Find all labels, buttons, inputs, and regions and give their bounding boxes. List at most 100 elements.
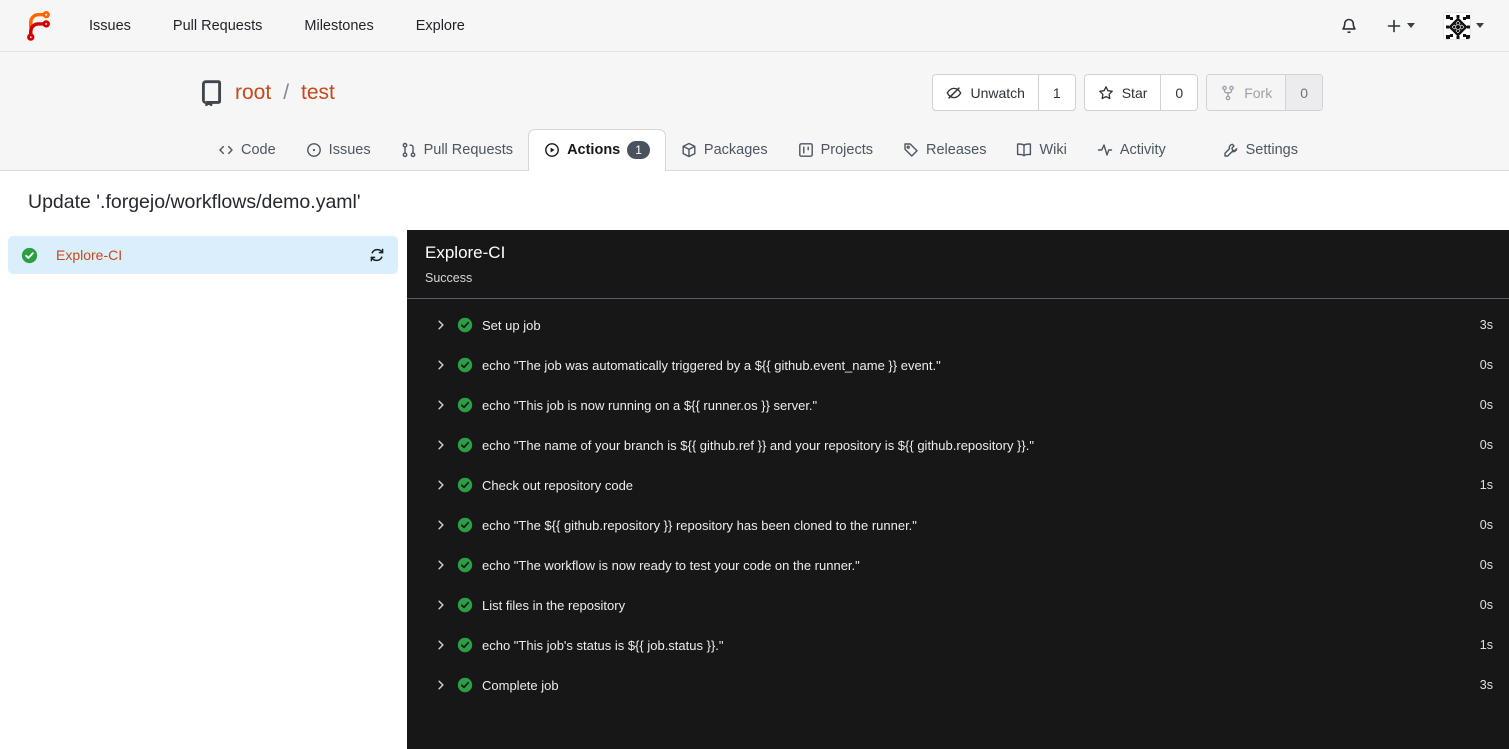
tab-packages[interactable]: Packages: [666, 131, 783, 170]
user-menu-dropdown[interactable]: [1443, 11, 1484, 40]
chevron-right-icon: [435, 359, 447, 371]
step-row[interactable]: echo "The name of your branch is ${{ git…: [407, 425, 1509, 465]
run-layout: Explore-CI Explore-CI Success Set up job…: [0, 230, 1509, 749]
tag-icon: [904, 143, 918, 157]
job-panel-header: Explore-CI Success: [407, 230, 1509, 299]
job-status: Success: [425, 271, 473, 285]
git-pull-request-icon: [402, 142, 415, 158]
watchers-count[interactable]: 1: [1037, 75, 1075, 110]
actions-count-badge: 1: [627, 141, 650, 159]
check-circle-icon: [457, 357, 473, 373]
step-name: List files in the repository: [482, 597, 626, 613]
issue-opened-icon: [306, 143, 321, 157]
tab-projects[interactable]: Projects: [783, 131, 888, 170]
check-circle-icon: [457, 397, 473, 413]
repo-owner-link[interactable]: root: [235, 81, 271, 105]
bell-icon: [1342, 18, 1356, 33]
tab-label: Pull Requests: [423, 142, 514, 158]
tab-label: Activity: [1119, 142, 1166, 158]
navbar-item-milestones[interactable]: Milestones: [304, 18, 373, 34]
navbar-links: Issues Pull Requests Milestones Explore: [89, 18, 465, 34]
step-row[interactable]: Complete job 3s: [407, 665, 1509, 705]
step-row[interactable]: List files in the repository 0s: [407, 585, 1509, 625]
tools-icon: [1223, 143, 1237, 157]
repo-tabs: Code Issues Pull Requests Actions 1 Pack…: [0, 127, 1509, 171]
pulse-icon: [1097, 144, 1113, 156]
check-circle-icon: [457, 437, 473, 453]
step-row[interactable]: echo "This job is now running on a ${{ r…: [407, 385, 1509, 425]
repo-icon: [198, 79, 225, 106]
job-log-panel: Explore-CI Success Set up job 3s echo "T…: [407, 230, 1509, 749]
step-row[interactable]: Check out repository code 1s: [407, 465, 1509, 505]
repo-separator: /: [283, 80, 290, 104]
page-title: Update '.forgejo/workflows/demo.yaml': [28, 191, 361, 213]
step-duration: 0s: [1479, 518, 1493, 532]
step-row[interactable]: echo "This job's status is ${{ job.statu…: [407, 625, 1509, 665]
repo-title-row: root / test Unwatch 1 Star 0 Fork 0: [0, 52, 1509, 127]
forks-count: 0: [1285, 75, 1322, 110]
tab-actions[interactable]: Actions 1: [528, 129, 666, 171]
navbar-item-issues[interactable]: Issues: [89, 18, 131, 34]
tab-label: Wiki: [1039, 142, 1067, 158]
unwatch-button[interactable]: Unwatch 1: [932, 74, 1076, 111]
forgejo-logo-icon[interactable]: [25, 10, 57, 42]
tab-code[interactable]: Code: [203, 131, 291, 170]
chevron-right-icon: [435, 479, 447, 491]
step-duration: 0s: [1479, 398, 1493, 412]
step-duration: 0s: [1479, 598, 1493, 612]
star-button[interactable]: Star 0: [1083, 74, 1199, 111]
step-duration: 3s: [1479, 678, 1493, 692]
step-name: echo "The workflow is now ready to test …: [482, 557, 860, 573]
check-circle-icon: [457, 477, 473, 493]
notifications-button[interactable]: [1340, 17, 1358, 35]
project-icon: [798, 143, 813, 157]
job-name: Explore-CI: [56, 247, 123, 263]
step-name: Set up job: [482, 317, 541, 333]
tab-label: Code: [241, 142, 276, 158]
tab-settings[interactable]: Settings: [1208, 131, 1313, 170]
jobs-sidebar: Explore-CI: [0, 230, 407, 749]
stars-count[interactable]: 0: [1160, 75, 1197, 110]
refresh-icon[interactable]: [369, 247, 385, 263]
repo-action-buttons: Unwatch 1 Star 0 Fork 0: [932, 74, 1323, 111]
navbar-item-explore[interactable]: Explore: [416, 18, 465, 34]
repo-name-link[interactable]: test: [301, 81, 335, 105]
repo-name: root / test: [198, 79, 335, 106]
navbar-item-pull-requests[interactable]: Pull Requests: [173, 18, 262, 34]
step-row[interactable]: echo "The ${{ github.repository }} repos…: [407, 505, 1509, 545]
check-circle-icon: [457, 597, 473, 613]
tab-activity[interactable]: Activity: [1082, 131, 1181, 170]
step-row[interactable]: echo "The workflow is now ready to test …: [407, 545, 1509, 585]
avatar: [1443, 11, 1471, 40]
job-panel-title: Explore-CI: [425, 243, 506, 262]
chevron-right-icon: [435, 319, 447, 331]
tab-label: Issues: [328, 142, 371, 158]
step-duration: 1s: [1479, 638, 1493, 652]
step-duration: 0s: [1479, 358, 1493, 372]
job-item-explore-ci[interactable]: Explore-CI: [8, 236, 398, 274]
star-icon: [1098, 85, 1113, 99]
tab-pull-requests[interactable]: Pull Requests: [386, 131, 528, 170]
step-row[interactable]: echo "The job was automatically triggere…: [407, 345, 1509, 385]
git-fork-icon: [1222, 85, 1235, 100]
step-row[interactable]: Set up job 3s: [407, 305, 1509, 345]
chevron-down-icon: [1407, 23, 1415, 28]
step-duration: 0s: [1479, 438, 1493, 452]
eye-slash-icon: [947, 86, 962, 99]
create-new-dropdown[interactable]: [1386, 18, 1415, 34]
plus-icon: [1387, 19, 1401, 32]
tab-wiki[interactable]: Wiki: [1001, 131, 1081, 170]
tab-label: Projects: [820, 142, 873, 158]
tab-label: Releases: [926, 142, 987, 158]
unwatch-label: Unwatch: [970, 84, 1025, 101]
tab-label: Actions: [567, 142, 621, 158]
step-name: Complete job: [482, 677, 559, 693]
tab-releases[interactable]: Releases: [888, 131, 1001, 170]
chevron-right-icon: [435, 639, 447, 651]
chevron-right-icon: [435, 559, 447, 571]
package-icon: [682, 142, 696, 158]
tab-issues[interactable]: Issues: [291, 131, 386, 170]
tab-label: Settings: [1245, 142, 1298, 158]
fork-button: Fork 0: [1206, 74, 1323, 111]
step-duration: 0s: [1479, 558, 1493, 572]
